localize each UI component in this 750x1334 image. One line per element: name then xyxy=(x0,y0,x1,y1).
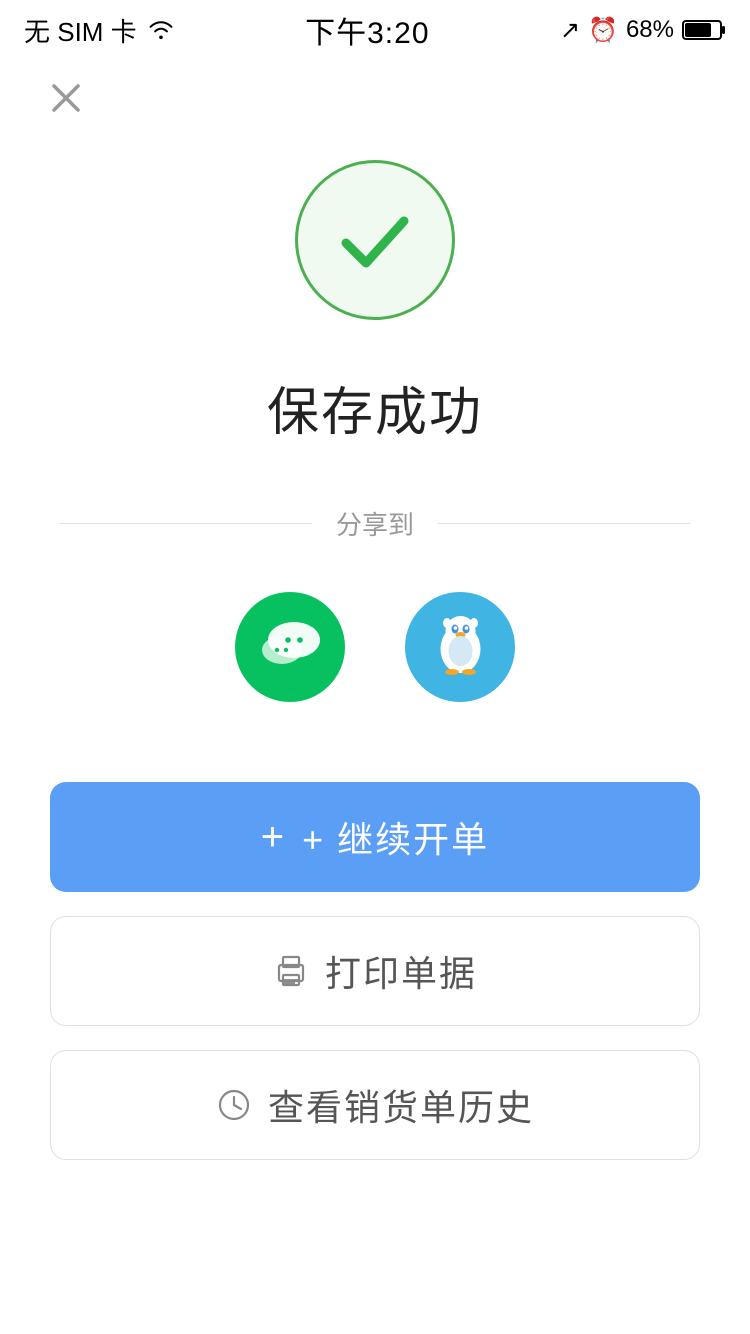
wechat-icon xyxy=(256,618,324,676)
battery-icon xyxy=(682,19,726,41)
continue-plus-icon: + xyxy=(261,817,286,857)
status-bar: 无 SIM 卡 下午3:20 ↗ ⏰ 68% xyxy=(0,0,750,60)
close-icon xyxy=(48,80,84,116)
history-button[interactable]: 查看销货单历史 xyxy=(50,1050,700,1160)
qq-share-button[interactable] xyxy=(405,592,515,702)
buttons-section: + + 继续开单 打印单据 查看销货单历史 xyxy=(0,782,750,1160)
location-icon: ↗ xyxy=(560,16,580,45)
share-label: 分享到 xyxy=(312,505,438,542)
history-label: 查看销货单历史 xyxy=(268,1079,534,1131)
carrier-text: 无 SIM 卡 xyxy=(24,12,137,49)
share-row xyxy=(235,592,515,702)
checkmark-icon xyxy=(330,195,420,285)
print-button[interactable]: 打印单据 xyxy=(50,916,700,1026)
divider-left xyxy=(60,523,312,524)
wifi-icon xyxy=(147,20,175,40)
print-icon xyxy=(273,953,309,989)
status-left: 无 SIM 卡 xyxy=(24,12,175,49)
success-title: 保存成功 xyxy=(267,370,483,445)
divider-right xyxy=(438,523,690,524)
history-icon xyxy=(216,1087,252,1123)
status-right: ↗ ⏰ 68% xyxy=(560,16,726,45)
continue-label: + 继续开单 xyxy=(302,811,489,863)
status-time: 下午3:20 xyxy=(305,8,429,52)
share-divider: 分享到 xyxy=(0,505,750,542)
battery-text: 68% xyxy=(626,16,674,44)
qq-icon xyxy=(428,611,493,683)
wechat-share-button[interactable] xyxy=(235,592,345,702)
continue-button[interactable]: + + 继续开单 xyxy=(50,782,700,892)
success-icon-circle xyxy=(295,160,455,320)
close-button[interactable] xyxy=(40,72,92,124)
alarm-icon: ⏰ xyxy=(588,16,618,45)
main-content: 保存成功 分享到 xyxy=(0,60,750,1160)
print-label: 打印单据 xyxy=(325,945,477,997)
